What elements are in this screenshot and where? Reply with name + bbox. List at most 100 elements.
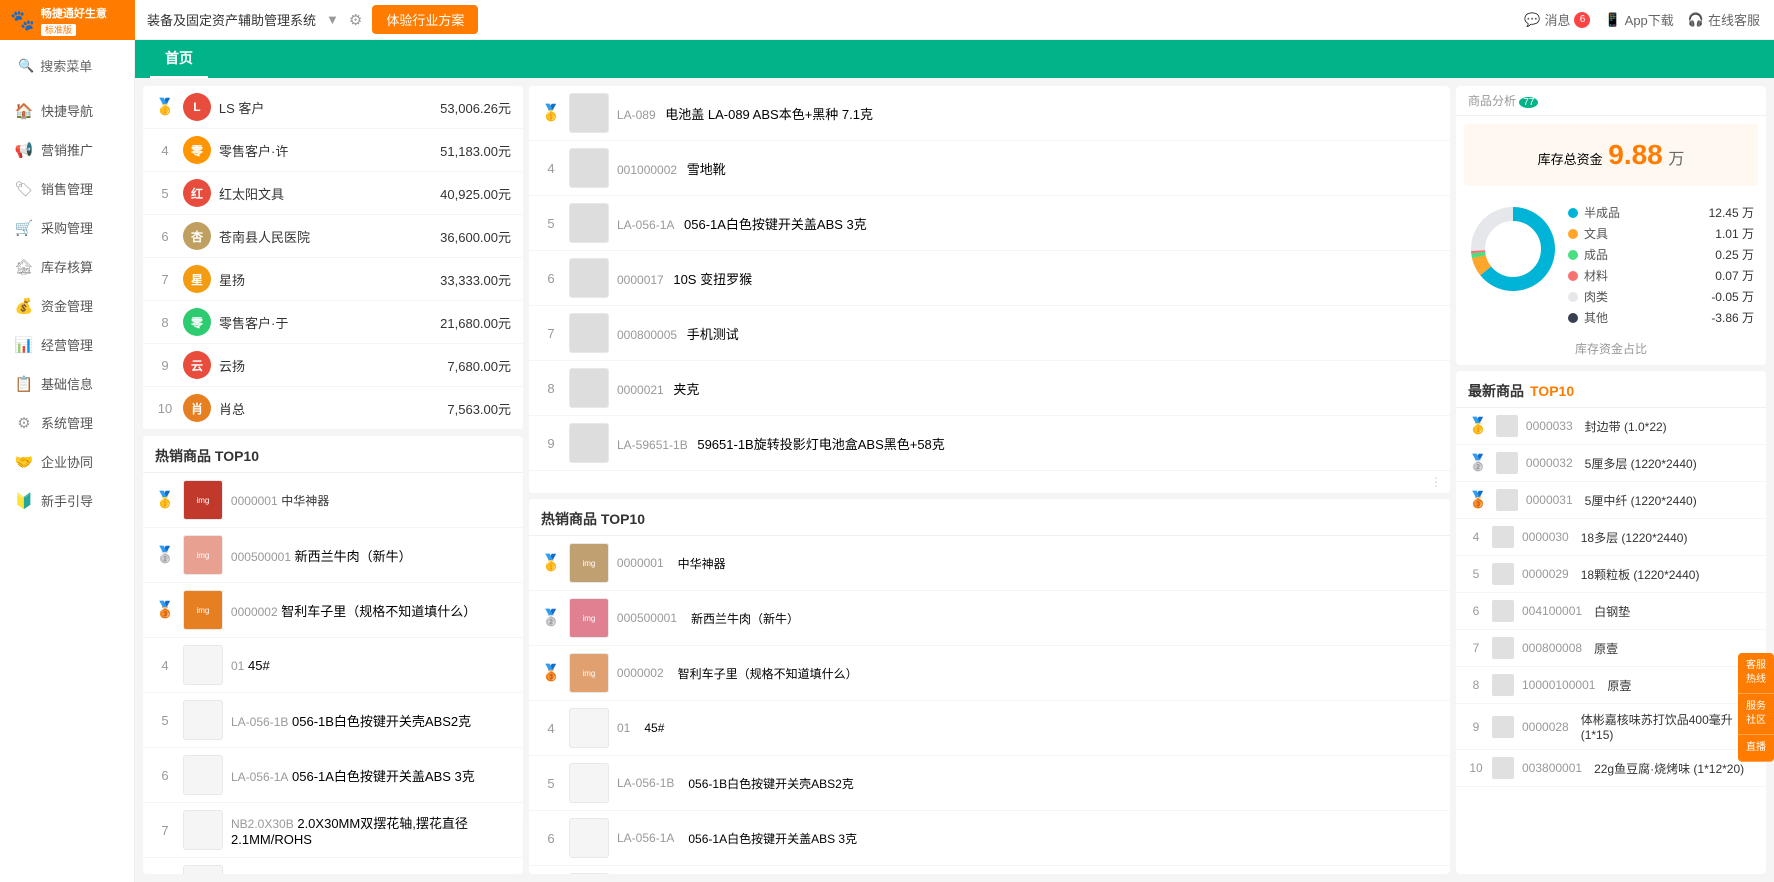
- logo-text: 畅捷通好生意: [41, 5, 107, 21]
- hot-products-header: 热销商品 TOP10: [143, 436, 523, 473]
- megaphone-icon: 📢: [15, 141, 33, 159]
- sidebar-item-label: 资金管理: [41, 296, 93, 315]
- product-code: 003800001: [1522, 761, 1582, 775]
- goods-ranking-section: 🥇 LA-089 电池盖 LA-089 ABS本色+黑种 7.1克 4: [529, 86, 1450, 493]
- legend-name: 半成品: [1584, 204, 1703, 221]
- product-name: 056-1A白色按键开关盖ABS 3克: [684, 217, 867, 232]
- service-community-btn[interactable]: 服务社区: [1738, 694, 1774, 735]
- product-code: 0000002: [231, 605, 278, 619]
- customer-rank-2: 4 零 零售客户·许 51,183.00元: [143, 129, 523, 172]
- product-thumb: [569, 203, 609, 243]
- hot-product-2: 🥈 img 000500001 新西兰牛肉（新牛）: [143, 528, 523, 583]
- customer-name: 星扬: [219, 270, 432, 289]
- product-name: 056-1A白色按键开关盖ABS 3克: [688, 830, 857, 847]
- customer-rank-6: 8 零 零售客户·于 21,680.00元: [143, 301, 523, 344]
- product-code: 0000030: [1522, 530, 1569, 544]
- product-thumb: [1492, 600, 1514, 622]
- sidebar-item-finance[interactable]: 💰 资金管理: [0, 286, 134, 325]
- legend-value: 0.07 万: [1715, 267, 1754, 284]
- product-code: 0000002: [617, 666, 664, 680]
- search-menu-area[interactable]: 🔍 搜索菜单: [0, 40, 134, 91]
- product-thumb: [1492, 563, 1514, 585]
- sidebar-item-marketing[interactable]: 📢 营销推广: [0, 130, 134, 169]
- messages-label: 消息: [1544, 10, 1570, 29]
- product-name: 新西兰牛肉（新牛）: [295, 549, 412, 564]
- home-icon: 🏠: [15, 102, 33, 120]
- product-code: LA-056-1A: [617, 218, 674, 232]
- app-download-btn[interactable]: 📱 App下载: [1604, 10, 1673, 29]
- sidebar-item-label: 库存核算: [41, 257, 93, 276]
- guide-icon: 🔰: [15, 492, 33, 510]
- inventory-value: 9.88: [1608, 139, 1663, 170]
- settings-icon[interactable]: ⚙: [349, 11, 362, 29]
- sidebar-item-sales[interactable]: 🏷 销售管理: [0, 169, 134, 208]
- sidebar-item-purchase[interactable]: 🛒 采购管理: [0, 208, 134, 247]
- sidebar-item-label: 基础信息: [41, 374, 93, 393]
- avatar: 云: [183, 351, 211, 379]
- legend-item-meat: 肉类 -0.05 万: [1568, 288, 1754, 305]
- legend-dot: [1568, 208, 1578, 218]
- product-code: 0000033: [1526, 419, 1573, 433]
- legend-item-other: 其他 -3.86 万: [1568, 309, 1754, 326]
- sidebar-item-operations[interactable]: 📊 经营管理: [0, 325, 134, 364]
- sidebar-item-system[interactable]: ⚙ 系统管理: [0, 403, 134, 442]
- goods-rank-7: 9 LA-59651-1B 59651-1B旋转投影灯电池盒ABS黑色+58克: [529, 416, 1450, 471]
- avatar: 肖: [183, 394, 211, 422]
- legend-item-material: 材料 0.07 万: [1568, 267, 1754, 284]
- sidebar-item-cooperation[interactable]: 🤝 企业协同: [0, 442, 134, 481]
- product-thumb: [569, 818, 609, 858]
- sidebar-item-label: 经营管理: [41, 335, 93, 354]
- product-name: 18颗粒板 (1220*2440): [1581, 566, 1700, 583]
- product-thumb: img: [183, 535, 223, 575]
- customer-amount: 33,333.00元: [440, 270, 511, 289]
- customer-rank-4: 6 杏 苍南县人民医院 36,600.00元: [143, 215, 523, 258]
- product-name: 5厘中纤 (1220*2440): [1585, 492, 1697, 509]
- customer-amount: 53,006.26元: [440, 98, 511, 117]
- sidebar-item-inventory[interactable]: 🏚 库存核算: [0, 247, 134, 286]
- avatar: 星: [183, 265, 211, 293]
- hot-product-3: 🥉 img 0000002 智利车子里（规格不知道填什么）: [143, 583, 523, 638]
- customer-amount: 21,680.00元: [440, 313, 511, 332]
- product-code: LA-056-1B: [231, 715, 288, 729]
- online-service-btn[interactable]: 🎧 在线客服: [1688, 10, 1760, 29]
- legend-value: -3.86 万: [1711, 309, 1754, 326]
- product-info: 0000001 中华神器: [231, 492, 511, 509]
- legend-name: 文具: [1584, 225, 1709, 242]
- legend-name: 材料: [1584, 267, 1709, 284]
- legend-name: 成品: [1584, 246, 1709, 263]
- product-info: 000500001 新西兰牛肉（新牛）: [231, 546, 511, 565]
- newest-top-label: TOP10: [1530, 383, 1574, 399]
- legend-item-semifinished: 半成品 12.45 万: [1568, 204, 1754, 221]
- sidebar-item-quick-nav[interactable]: 🏠 快捷导航: [0, 91, 134, 130]
- avatar: 杏: [183, 222, 211, 250]
- product-info: 0000021 夹克: [617, 379, 1438, 398]
- legend-value: -0.05 万: [1711, 288, 1754, 305]
- customer-amount: 40,925.00元: [440, 184, 511, 203]
- product-info: 001000002 雪地靴: [617, 159, 1438, 178]
- product-thumb: [1492, 637, 1514, 659]
- logo-icon: 🐾: [10, 8, 35, 33]
- handshake-icon: 🤝: [15, 453, 33, 471]
- message-icon: 💬: [1524, 12, 1540, 28]
- scroll-indicator[interactable]: ⋮: [529, 471, 1450, 493]
- product-code: 0000001: [231, 494, 278, 508]
- tab-home[interactable]: 首页: [150, 40, 208, 78]
- live-stream-btn[interactable]: 直播: [1738, 735, 1774, 762]
- customer-service-btn[interactable]: 客服热线: [1738, 653, 1774, 694]
- customer-name: 零售客户·于: [219, 313, 432, 332]
- newest-item-6: 6 004100001 白钢垫: [1456, 593, 1766, 630]
- product-info: NB2.0X30B 2.0X30MM双摆花轴,摆花直径2.1MM/ROHS: [231, 813, 511, 847]
- legend-value: 1.01 万: [1715, 225, 1754, 242]
- messages-btn[interactable]: 💬 消息 6: [1524, 10, 1590, 29]
- product-thumb: [1492, 674, 1514, 696]
- trial-btn[interactable]: 体验行业方案: [372, 5, 478, 34]
- newest-item-4: 4 0000030 18多层 (1220*2440): [1456, 519, 1766, 556]
- customer-name: 零售客户·许: [219, 141, 432, 160]
- search-menu-btn[interactable]: 🔍 搜索菜单: [10, 50, 124, 81]
- title-dropdown-icon[interactable]: ▼: [326, 12, 339, 27]
- avatar: 零: [183, 136, 211, 164]
- sidebar-item-guide[interactable]: 🔰 新手引导: [0, 481, 134, 520]
- sidebar-item-basics[interactable]: 📋 基础信息: [0, 364, 134, 403]
- inventory-unit: 万: [1668, 151, 1684, 168]
- hot-product-4: 4 01 45#: [143, 638, 523, 693]
